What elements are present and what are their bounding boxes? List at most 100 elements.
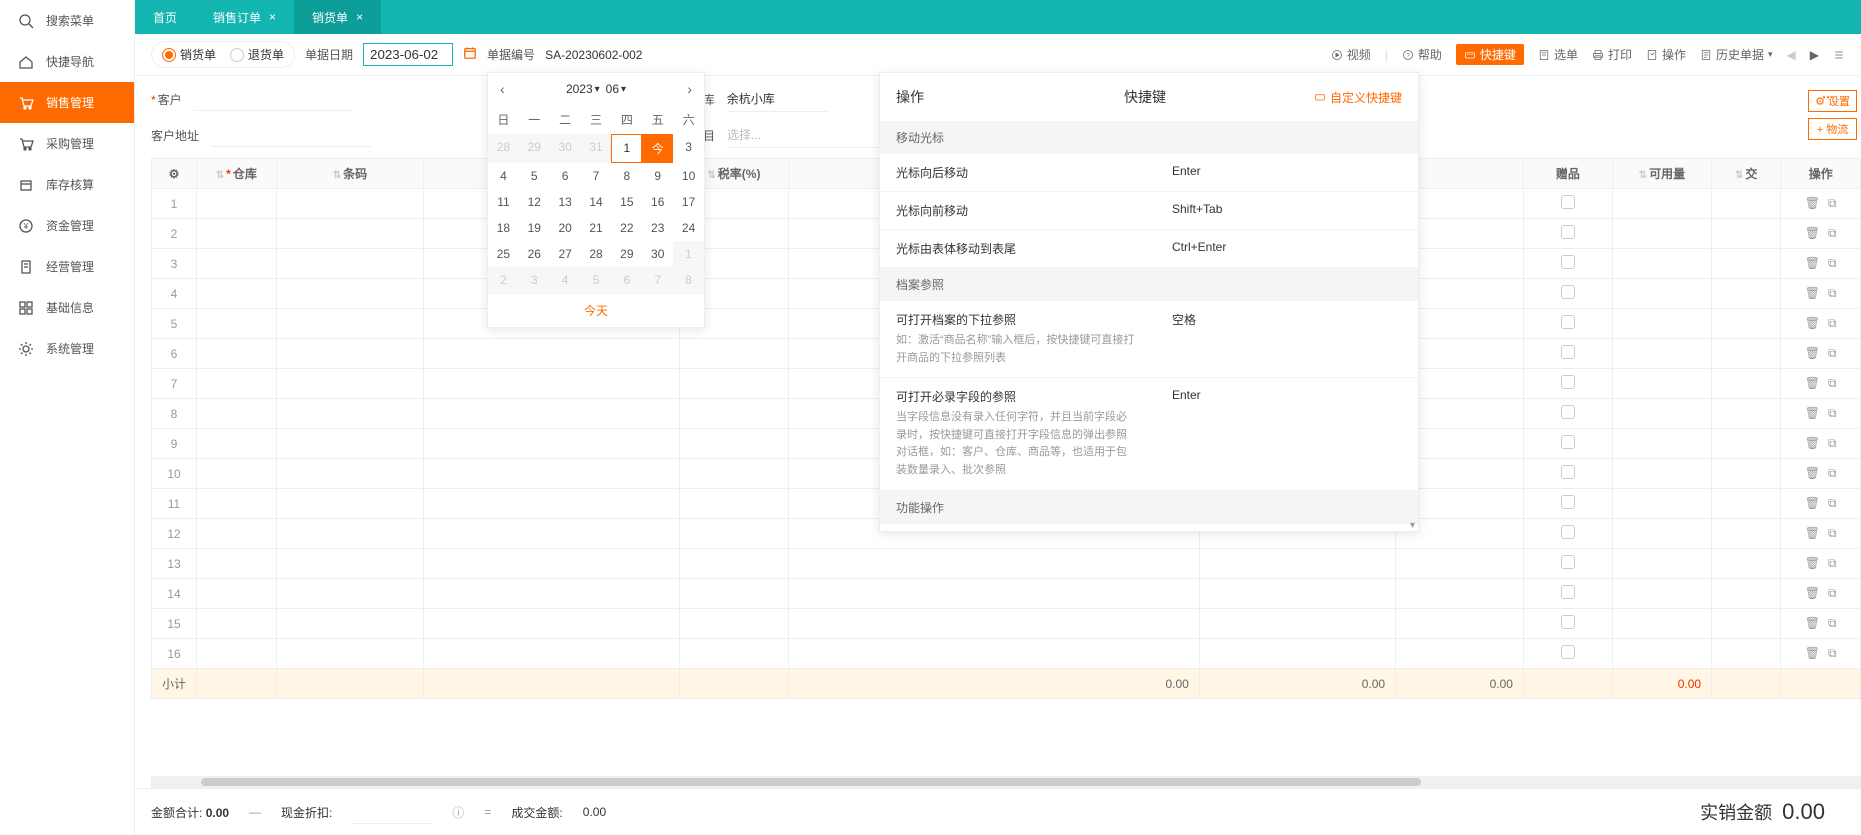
sidebar-item-3[interactable]: 采购管理 xyxy=(0,123,134,164)
gift-checkbox[interactable] xyxy=(1561,645,1575,659)
month-select[interactable]: 06▾ xyxy=(606,82,626,96)
gift-checkbox[interactable] xyxy=(1561,405,1575,419)
delete-row-icon[interactable]: 🗑 xyxy=(1805,286,1820,300)
calendar-day[interactable]: 11 xyxy=(488,189,519,215)
sidebar-item-7[interactable]: 基础信息 xyxy=(0,287,134,328)
radio-sales[interactable]: 销货单 xyxy=(162,46,216,63)
gift-checkbox[interactable] xyxy=(1561,495,1575,509)
prev-icon[interactable]: ◀ xyxy=(1787,48,1796,62)
calendar-day[interactable]: 8 xyxy=(673,267,704,293)
gift-checkbox[interactable] xyxy=(1561,465,1575,479)
calendar-day[interactable]: 18 xyxy=(488,215,519,241)
gift-checkbox[interactable] xyxy=(1561,345,1575,359)
delete-row-icon[interactable]: 🗑 xyxy=(1805,376,1820,390)
horizontal-scrollbar[interactable] xyxy=(151,776,1861,788)
delete-row-icon[interactable]: 🗑 xyxy=(1805,406,1820,420)
delete-row-icon[interactable]: 🗑 xyxy=(1805,526,1820,540)
gift-checkbox[interactable] xyxy=(1561,225,1575,239)
today-button[interactable]: 今天 xyxy=(488,293,704,327)
calendar-day[interactable]: 7 xyxy=(581,163,612,189)
delete-row-icon[interactable]: 🗑 xyxy=(1805,646,1820,660)
calendar-day[interactable]: 23 xyxy=(642,215,673,241)
sidebar-item-2[interactable]: 销售管理 xyxy=(0,82,134,123)
copy-row-icon[interactable]: ⧉ xyxy=(1828,196,1837,210)
calendar-day[interactable]: 27 xyxy=(550,241,581,267)
calendar-icon[interactable] xyxy=(463,46,477,63)
video-link[interactable]: 视频 xyxy=(1331,46,1371,63)
gift-checkbox[interactable] xyxy=(1561,585,1575,599)
select-order-link[interactable]: 选单 xyxy=(1538,46,1578,63)
copy-row-icon[interactable]: ⧉ xyxy=(1828,616,1837,630)
copy-row-icon[interactable]: ⧉ xyxy=(1828,226,1837,240)
scroll-down-icon[interactable] xyxy=(1410,517,1416,527)
address-input[interactable] xyxy=(211,123,371,147)
more-dots-right[interactable]: ⋯ xyxy=(1822,90,1835,104)
tab-1[interactable]: 销售订单× xyxy=(195,0,294,34)
calendar-day[interactable]: 12 xyxy=(519,189,550,215)
calendar-day[interactable]: 26 xyxy=(519,241,550,267)
calendar-day[interactable]: 1 xyxy=(611,134,642,163)
gift-checkbox[interactable] xyxy=(1561,315,1575,329)
sidebar-item-1[interactable]: 快捷导航 xyxy=(0,41,134,82)
tab-2[interactable]: 销货单× xyxy=(294,0,381,34)
gift-checkbox[interactable] xyxy=(1561,555,1575,569)
customize-shortcut-link[interactable]: 自定义快捷键 xyxy=(1314,89,1402,106)
date-input[interactable] xyxy=(363,43,453,66)
copy-row-icon[interactable]: ⧉ xyxy=(1828,406,1837,420)
year-select[interactable]: 2023▾ xyxy=(566,82,600,96)
calendar-day[interactable]: 30 xyxy=(550,134,581,163)
calendar-day[interactable]: 28 xyxy=(581,241,612,267)
gear-icon[interactable]: ⚙ xyxy=(169,167,180,181)
sidebar-item-5[interactable]: ¥资金管理 xyxy=(0,205,134,246)
calendar-day[interactable]: 30 xyxy=(642,241,673,267)
calendar-day[interactable]: 6 xyxy=(550,163,581,189)
gift-checkbox[interactable] xyxy=(1561,375,1575,389)
delete-row-icon[interactable]: 🗑 xyxy=(1805,556,1820,570)
calendar-day[interactable]: 4 xyxy=(488,163,519,189)
delete-row-icon[interactable]: 🗑 xyxy=(1805,496,1820,510)
calendar-day[interactable]: 7 xyxy=(642,267,673,293)
copy-row-icon[interactable]: ⧉ xyxy=(1828,646,1837,660)
calendar-day[interactable]: 25 xyxy=(488,241,519,267)
table-row[interactable]: 16🗑⧉ xyxy=(152,639,1861,669)
delete-row-icon[interactable]: 🗑 xyxy=(1805,436,1820,450)
calendar-day[interactable]: 19 xyxy=(519,215,550,241)
calendar-day[interactable]: 29 xyxy=(611,241,642,267)
copy-row-icon[interactable]: ⧉ xyxy=(1828,496,1837,510)
calendar-day[interactable]: 4 xyxy=(550,267,581,293)
delete-row-icon[interactable]: 🗑 xyxy=(1805,226,1820,240)
calendar-day[interactable]: 今 xyxy=(642,134,673,163)
menu-icon[interactable] xyxy=(1833,49,1845,61)
gift-checkbox[interactable] xyxy=(1561,255,1575,269)
shortcut-button[interactable]: 快捷键 xyxy=(1456,44,1524,65)
sidebar-item-4[interactable]: 库存核算 xyxy=(0,164,134,205)
calendar-day[interactable]: 28 xyxy=(488,134,519,163)
calendar-day[interactable]: 2 xyxy=(488,267,519,293)
copy-row-icon[interactable]: ⧉ xyxy=(1828,556,1837,570)
gift-checkbox[interactable] xyxy=(1561,195,1575,209)
warehouse-value[interactable]: 余杭小库 xyxy=(727,86,827,112)
table-row[interactable]: 14🗑⧉ xyxy=(152,579,1861,609)
prev-month-icon[interactable]: ‹ xyxy=(500,81,505,97)
close-icon[interactable]: × xyxy=(356,10,363,24)
tab-0[interactable]: 首页 xyxy=(135,0,195,34)
calendar-day[interactable]: 5 xyxy=(581,267,612,293)
gift-checkbox[interactable] xyxy=(1561,615,1575,629)
calendar-day[interactable]: 3 xyxy=(673,134,704,163)
copy-row-icon[interactable]: ⧉ xyxy=(1828,526,1837,540)
customer-input[interactable] xyxy=(194,87,354,111)
next-icon[interactable]: ▶ xyxy=(1810,48,1819,62)
radio-return[interactable]: 退货单 xyxy=(230,46,284,63)
gift-checkbox[interactable] xyxy=(1561,435,1575,449)
calendar-day[interactable]: 6 xyxy=(611,267,642,293)
calendar-day[interactable]: 16 xyxy=(642,189,673,215)
copy-row-icon[interactable]: ⧉ xyxy=(1828,466,1837,480)
calendar-day[interactable]: 22 xyxy=(611,215,642,241)
calendar-day[interactable]: 29 xyxy=(519,134,550,163)
copy-row-icon[interactable]: ⧉ xyxy=(1828,586,1837,600)
calendar-day[interactable]: 15 xyxy=(611,189,642,215)
print-link[interactable]: 打印 xyxy=(1592,46,1632,63)
calendar-day[interactable]: 3 xyxy=(519,267,550,293)
delete-row-icon[interactable]: 🗑 xyxy=(1805,316,1820,330)
delete-row-icon[interactable]: 🗑 xyxy=(1805,256,1820,270)
